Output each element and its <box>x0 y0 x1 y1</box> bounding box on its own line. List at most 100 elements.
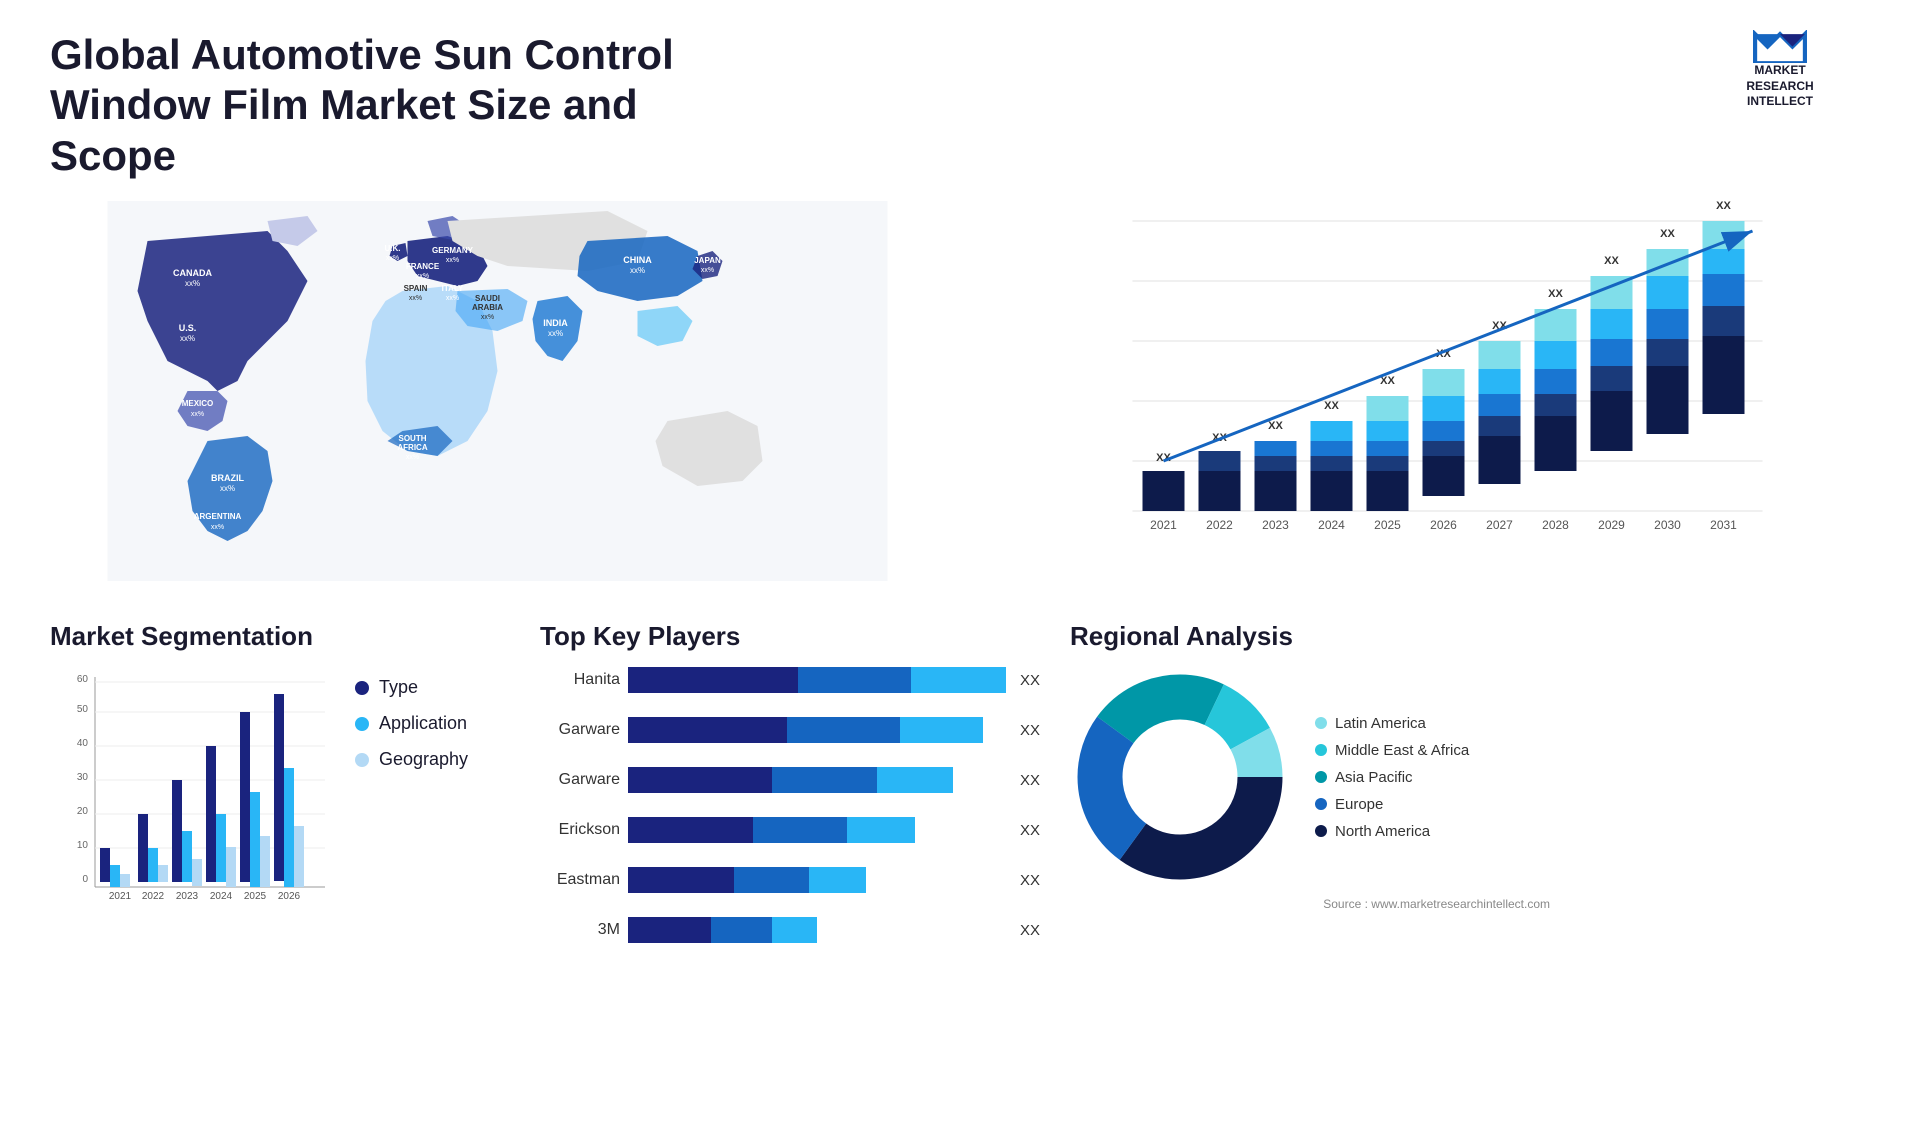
canada-label: CANADA <box>173 268 212 278</box>
svg-text:40: 40 <box>77 738 89 749</box>
svg-text:xx%: xx% <box>185 279 200 288</box>
segmentation-legend: Type Application Geography <box>345 667 478 780</box>
svg-text:2030: 2030 <box>1654 518 1681 532</box>
svg-text:XX: XX <box>1716 201 1731 212</box>
player-garware1: Garware XX <box>540 717 1040 743</box>
svg-text:ARABIA: ARABIA <box>472 303 503 312</box>
svg-text:2021: 2021 <box>1150 518 1177 532</box>
svg-text:2026: 2026 <box>278 891 301 902</box>
player-name-garware2: Garware <box>540 771 620 789</box>
svg-text:2023: 2023 <box>176 891 199 902</box>
geography-dot <box>355 753 369 767</box>
key-players-title: Top Key Players <box>540 621 1040 652</box>
svg-text:2029: 2029 <box>1598 518 1625 532</box>
player-name-3m: 3M <box>540 921 620 939</box>
reg-legend-mea: Middle East & Africa <box>1315 742 1469 759</box>
svg-text:10: 10 <box>77 840 89 851</box>
player-garware2: Garware XX <box>540 767 1040 793</box>
legend-geography: Geography <box>355 749 468 770</box>
bottom-row: Market Segmentation 0 10 20 30 40 50 60 <box>50 621 1870 957</box>
page-container: Global Automotive Sun Control Window Fil… <box>0 0 1920 1146</box>
logo-icon <box>1750 30 1810 63</box>
uk-label: U.K. <box>385 244 401 253</box>
svg-text:AFRICA: AFRICA <box>397 443 427 452</box>
player-name-erickson: Erickson <box>540 821 620 839</box>
player-xx-erickson: XX <box>1020 822 1040 839</box>
apac-label: Asia Pacific <box>1335 769 1413 786</box>
bar-chart-svg: XX XX XX XX <box>975 201 1870 581</box>
logo-text: MARKET RESEARCH INTELLECT <box>1746 63 1813 110</box>
reg-legend-na: North America <box>1315 823 1469 840</box>
na-label: North America <box>1335 823 1430 840</box>
latin-america-dot <box>1315 717 1327 729</box>
svg-text:xx%: xx% <box>446 295 459 302</box>
svg-text:2031: 2031 <box>1710 518 1737 532</box>
japan-label: JAPAN <box>694 256 721 265</box>
india-label: INDIA <box>543 318 568 328</box>
source-text: Source : www.marketresearchintellect.com <box>1070 897 1550 911</box>
map-section: CANADA xx% U.S. xx% MEXICO xx% BRAZIL xx… <box>50 201 945 601</box>
mexico-label: MEXICO <box>182 399 214 408</box>
reg-legend-latin: Latin America <box>1315 715 1469 732</box>
key-players-area: Top Key Players Hanita XX Garware <box>540 621 1040 957</box>
brazil-label: BRAZIL <box>211 473 244 483</box>
legend-geography-label: Geography <box>379 749 468 770</box>
argentina-label: ARGENTINA <box>194 512 242 521</box>
svg-text:2025: 2025 <box>244 891 267 902</box>
legend-type-label: Type <box>379 677 418 698</box>
spain-label: SPAIN <box>404 284 428 293</box>
player-eastman: Eastman XX <box>540 867 1040 893</box>
player-xx-garware1: XX <box>1020 722 1040 739</box>
svg-text:xx%: xx% <box>446 257 459 264</box>
type-dot <box>355 681 369 695</box>
us-label: U.S. <box>179 323 197 333</box>
legend-type: Type <box>355 677 468 698</box>
page-title: Global Automotive Sun Control Window Fil… <box>50 30 750 181</box>
italy-label: ITALY <box>442 284 464 293</box>
china-label: CHINA <box>623 255 652 265</box>
svg-text:xx%: xx% <box>180 334 195 343</box>
europe-label: Europe <box>1335 796 1383 813</box>
na-dot <box>1315 825 1327 837</box>
regional-legend: Latin America Middle East & Africa Asia … <box>1315 715 1469 840</box>
player-name-eastman: Eastman <box>540 871 620 889</box>
player-xx-3m: XX <box>1020 922 1040 939</box>
svg-text:XX: XX <box>1604 255 1619 267</box>
segmentation-chart: 0 10 20 30 40 50 60 <box>50 667 330 927</box>
svg-text:20: 20 <box>77 806 89 817</box>
svg-text:60: 60 <box>77 674 89 685</box>
svg-text:2025: 2025 <box>1374 518 1401 532</box>
svg-text:50: 50 <box>77 704 89 715</box>
bar-chart-section: XX XX XX XX <box>975 201 1870 601</box>
svg-text:2028: 2028 <box>1542 518 1569 532</box>
svg-text:2024: 2024 <box>210 891 233 902</box>
segmentation-title: Market Segmentation <box>50 621 510 652</box>
svg-text:XX: XX <box>1548 288 1563 300</box>
player-name-garware1: Garware <box>540 721 620 739</box>
player-erickson: Erickson XX <box>540 817 1040 843</box>
logo-area: MARKET RESEARCH INTELLECT <box>1690 30 1870 110</box>
svg-text:xx%: xx% <box>220 484 235 493</box>
player-bar-garware1 <box>628 717 1006 743</box>
reg-legend-europe: Europe <box>1315 796 1469 813</box>
legend-application-label: Application <box>379 713 467 734</box>
svg-text:xx%: xx% <box>406 454 419 461</box>
svg-text:2022: 2022 <box>142 891 165 902</box>
svg-text:30: 30 <box>77 772 89 783</box>
reg-legend-apac: Asia Pacific <box>1315 769 1469 786</box>
players-list: Hanita XX Garware XX <box>540 667 1040 957</box>
svg-text:2024: 2024 <box>1318 518 1345 532</box>
player-bar-garware2 <box>628 767 1006 793</box>
header: Global Automotive Sun Control Window Fil… <box>50 30 1870 181</box>
svg-text:XX: XX <box>1660 228 1675 240</box>
donut-chart <box>1070 667 1290 887</box>
svg-text:XX: XX <box>1324 400 1339 412</box>
mea-dot <box>1315 744 1327 756</box>
svg-text:xx%: xx% <box>701 267 714 274</box>
mea-label: Middle East & Africa <box>1335 742 1469 759</box>
europe-dot <box>1315 798 1327 810</box>
svg-text:xx%: xx% <box>548 329 563 338</box>
player-bar-eastman <box>628 867 1006 893</box>
application-dot <box>355 717 369 731</box>
svg-text:xx%: xx% <box>409 295 422 302</box>
